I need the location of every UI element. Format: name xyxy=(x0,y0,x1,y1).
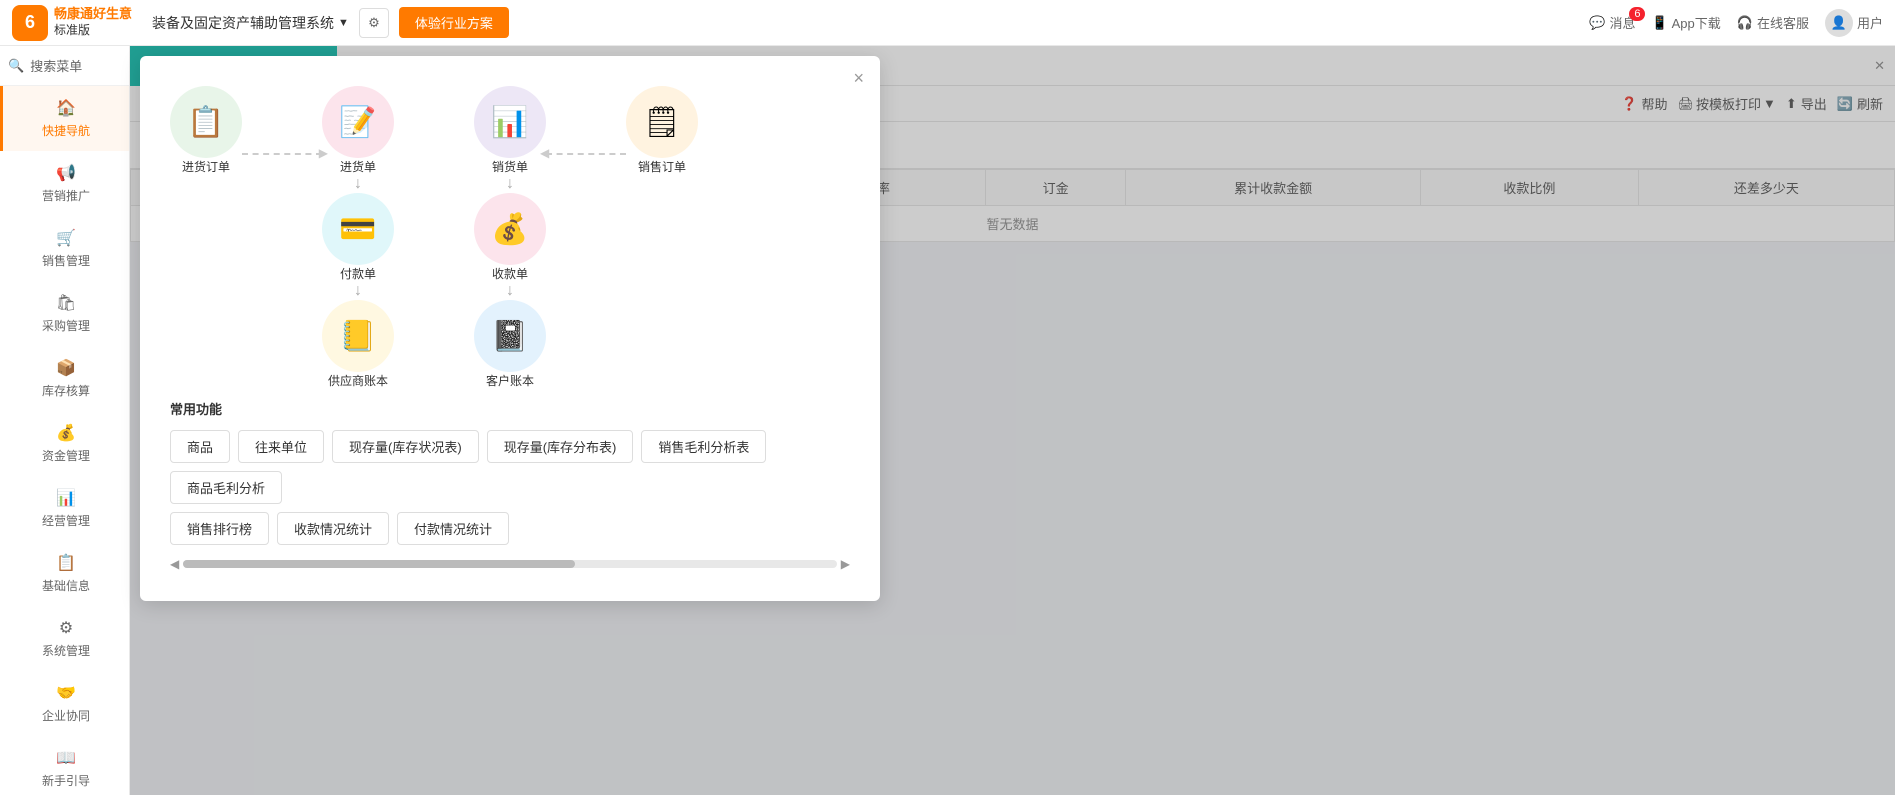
v-arrows-row: ↓ ↓ xyxy=(170,175,850,193)
v-arrow-sales-bill: ↓ xyxy=(474,175,546,193)
customer-ledger-node[interactable]: 📓 客户账本 xyxy=(474,300,546,389)
payment-bill-icon: 💳 xyxy=(322,193,394,265)
user-menu[interactable]: 👤 用户 xyxy=(1825,9,1883,37)
main-area: 🔍 搜索菜单 🏠 快捷导航 📢 营销推广 🛒 销售管理 🛍 采购管理 📦 xyxy=(0,46,1895,795)
app-logo-icon: 6 xyxy=(12,5,48,41)
sidebar-item-system[interactable]: ⚙ 系统管理 xyxy=(0,606,129,671)
scroll-left-icon[interactable]: ◀ xyxy=(170,557,179,571)
search-icon: 🔍 xyxy=(8,58,24,74)
basic-info-icon: 📋 xyxy=(56,553,76,573)
settings-button[interactable]: ⚙ xyxy=(359,8,389,38)
sidebar-item-finance[interactable]: 💰 资金管理 xyxy=(0,411,129,476)
arrow-left-1: ◀ xyxy=(546,153,626,155)
flow-bottom-row: 📒 供应商账本 📓 客户账本 xyxy=(170,300,850,389)
operations-icon: 📊 xyxy=(56,488,76,508)
top-bar: 6 畅康通好生意 标准版 装备及固定资产辅助管理系统 ▼ ⚙ 体验行业方案 💬 … xyxy=(0,0,1895,46)
logo-text: 畅康通好生意 标准版 xyxy=(54,6,132,38)
enterprise-icon: 🤝 xyxy=(56,683,76,703)
finance-icon: 💰 xyxy=(56,423,76,443)
scroll-thumb xyxy=(183,560,575,568)
sales-bill-icon: 📊 xyxy=(474,86,546,158)
flow-top-row: 📋 进货订单 ▶ 📝 xyxy=(170,86,850,175)
v-arrows-row2: ↓ ↓ xyxy=(170,282,850,300)
supplier-ledger-icon: 📒 xyxy=(322,300,394,372)
content-area: 首页 销售订单执行表 × ✕ ❓ 帮助 🖨 按模板打印 ▼ xyxy=(130,46,1895,795)
online-service-button[interactable]: 🎧 在线客服 xyxy=(1737,13,1809,32)
purchase-bill-node[interactable]: 📝 进货单 xyxy=(322,86,394,175)
service-icon: 🎧 xyxy=(1737,15,1753,31)
func-btn-stock-dist[interactable]: 现存量(库存分布表) xyxy=(487,430,634,463)
sidebar-item-basic-info[interactable]: 📋 基础信息 xyxy=(0,541,129,606)
scroll-right-icon[interactable]: ▶ xyxy=(841,557,850,571)
search-menu-button[interactable]: 🔍 搜索菜单 xyxy=(0,46,129,86)
system-name: 装备及固定资产辅助管理系统 ▼ xyxy=(152,13,349,33)
chevron-down-icon[interactable]: ▼ xyxy=(338,17,349,29)
func-buttons-row2: 销售排行榜 收款情况统计 付款情况统计 xyxy=(170,512,850,545)
marketing-icon: 📢 xyxy=(56,163,76,183)
func-btn-payment-stats[interactable]: 付款情况统计 xyxy=(397,512,509,545)
v-arrow-payment-bill: ↓ xyxy=(322,282,394,300)
func-btn-goods-profit[interactable]: 商品毛利分析 xyxy=(170,471,282,504)
customer-ledger-icon: 📓 xyxy=(474,300,546,372)
purchase-icon: 🛍 xyxy=(56,293,76,313)
message-button[interactable]: 💬 消息 6 xyxy=(1589,13,1635,32)
sales-order-node[interactable]: 🗒 销售订单 xyxy=(626,86,698,175)
app-download-button[interactable]: 📱 App下载 xyxy=(1651,13,1720,32)
flow-middle-row: 💳 付款单 💰 收款单 xyxy=(170,193,850,282)
purchase-order-node[interactable]: 📋 进货订单 xyxy=(170,86,242,175)
scroll-track[interactable] xyxy=(183,560,837,568)
trial-button[interactable]: 体验行业方案 xyxy=(399,7,509,38)
sidebar-item-quick-nav[interactable]: 🏠 快捷导航 xyxy=(0,86,129,151)
download-icon: 📱 xyxy=(1651,15,1667,31)
modal-scrollbar[interactable]: ◀ ▶ xyxy=(170,557,850,571)
sales-bill-node[interactable]: 📊 销货单 xyxy=(474,86,546,175)
message-icon: 💬 xyxy=(1589,15,1605,31)
top-right-actions: 💬 消息 6 📱 App下载 🎧 在线客服 👤 用户 xyxy=(1589,9,1883,37)
purchase-order-icon: 📋 xyxy=(170,86,242,158)
supplier-ledger-node[interactable]: 📒 供应商账本 xyxy=(322,300,394,389)
payment-bill-node[interactable]: 💳 付款单 xyxy=(322,193,394,282)
sidebar-item-marketing[interactable]: 📢 营销推广 xyxy=(0,151,129,216)
receipt-bill-node[interactable]: 💰 收款单 xyxy=(474,193,546,282)
arrow-right-1: ▶ xyxy=(242,153,322,155)
flow-modal: × 📋 进货订单 xyxy=(140,56,880,601)
sidebar-item-inventory[interactable]: 📦 库存核算 xyxy=(0,346,129,411)
func-buttons-row1: 商品 往来单位 现存量(库存状况表) 现存量(库存分布表) 销售毛利分析表 商品… xyxy=(170,430,850,504)
modal-close-button[interactable]: × xyxy=(853,68,864,89)
modal-overlay: × 📋 进货订单 xyxy=(130,46,1895,795)
sidebar-item-sales[interactable]: 🛒 销售管理 xyxy=(0,216,129,281)
flow-diagram: 📋 进货订单 ▶ 📝 xyxy=(170,86,850,389)
beginner-icon: 📖 xyxy=(56,748,76,768)
sidebar-item-purchase[interactable]: 🛍 采购管理 xyxy=(0,281,129,346)
func-btn-goods[interactable]: 商品 xyxy=(170,430,230,463)
func-btn-stock-status[interactable]: 现存量(库存状况表) xyxy=(332,430,479,463)
sidebar-item-operations[interactable]: 📊 经营管理 xyxy=(0,476,129,541)
func-btn-receipt-stats[interactable]: 收款情况统计 xyxy=(277,512,389,545)
receipt-bill-icon: 💰 xyxy=(474,193,546,265)
inventory-icon: 📦 xyxy=(56,358,76,378)
sales-icon: 🛒 xyxy=(56,228,76,248)
avatar: 👤 xyxy=(1825,9,1853,37)
sidebar: 🔍 搜索菜单 🏠 快捷导航 📢 营销推广 🛒 销售管理 🛍 采购管理 📦 xyxy=(0,46,130,795)
v-arrow-receipt-bill: ↓ xyxy=(474,282,546,300)
logo-area: 6 畅康通好生意 标准版 xyxy=(12,5,132,41)
system-icon: ⚙ xyxy=(59,618,73,638)
func-btn-sales-profit[interactable]: 销售毛利分析表 xyxy=(641,430,766,463)
sales-order-icon: 🗒 xyxy=(626,86,698,158)
sidebar-item-enterprise[interactable]: 🤝 企业协同 xyxy=(0,671,129,736)
func-btn-sales-rank[interactable]: 销售排行榜 xyxy=(170,512,269,545)
v-arrow-purchase-bill: ↓ xyxy=(322,175,394,193)
home-icon: 🏠 xyxy=(56,98,76,118)
purchase-bill-icon: 📝 xyxy=(322,86,394,158)
common-functions: 常用功能 商品 往来单位 现存量(库存状况表) 现存量(库存分布表) 销售毛利分… xyxy=(170,399,850,571)
func-btn-counterparts[interactable]: 往来单位 xyxy=(238,430,324,463)
sidebar-item-beginner[interactable]: 📖 新手引导 xyxy=(0,736,129,795)
